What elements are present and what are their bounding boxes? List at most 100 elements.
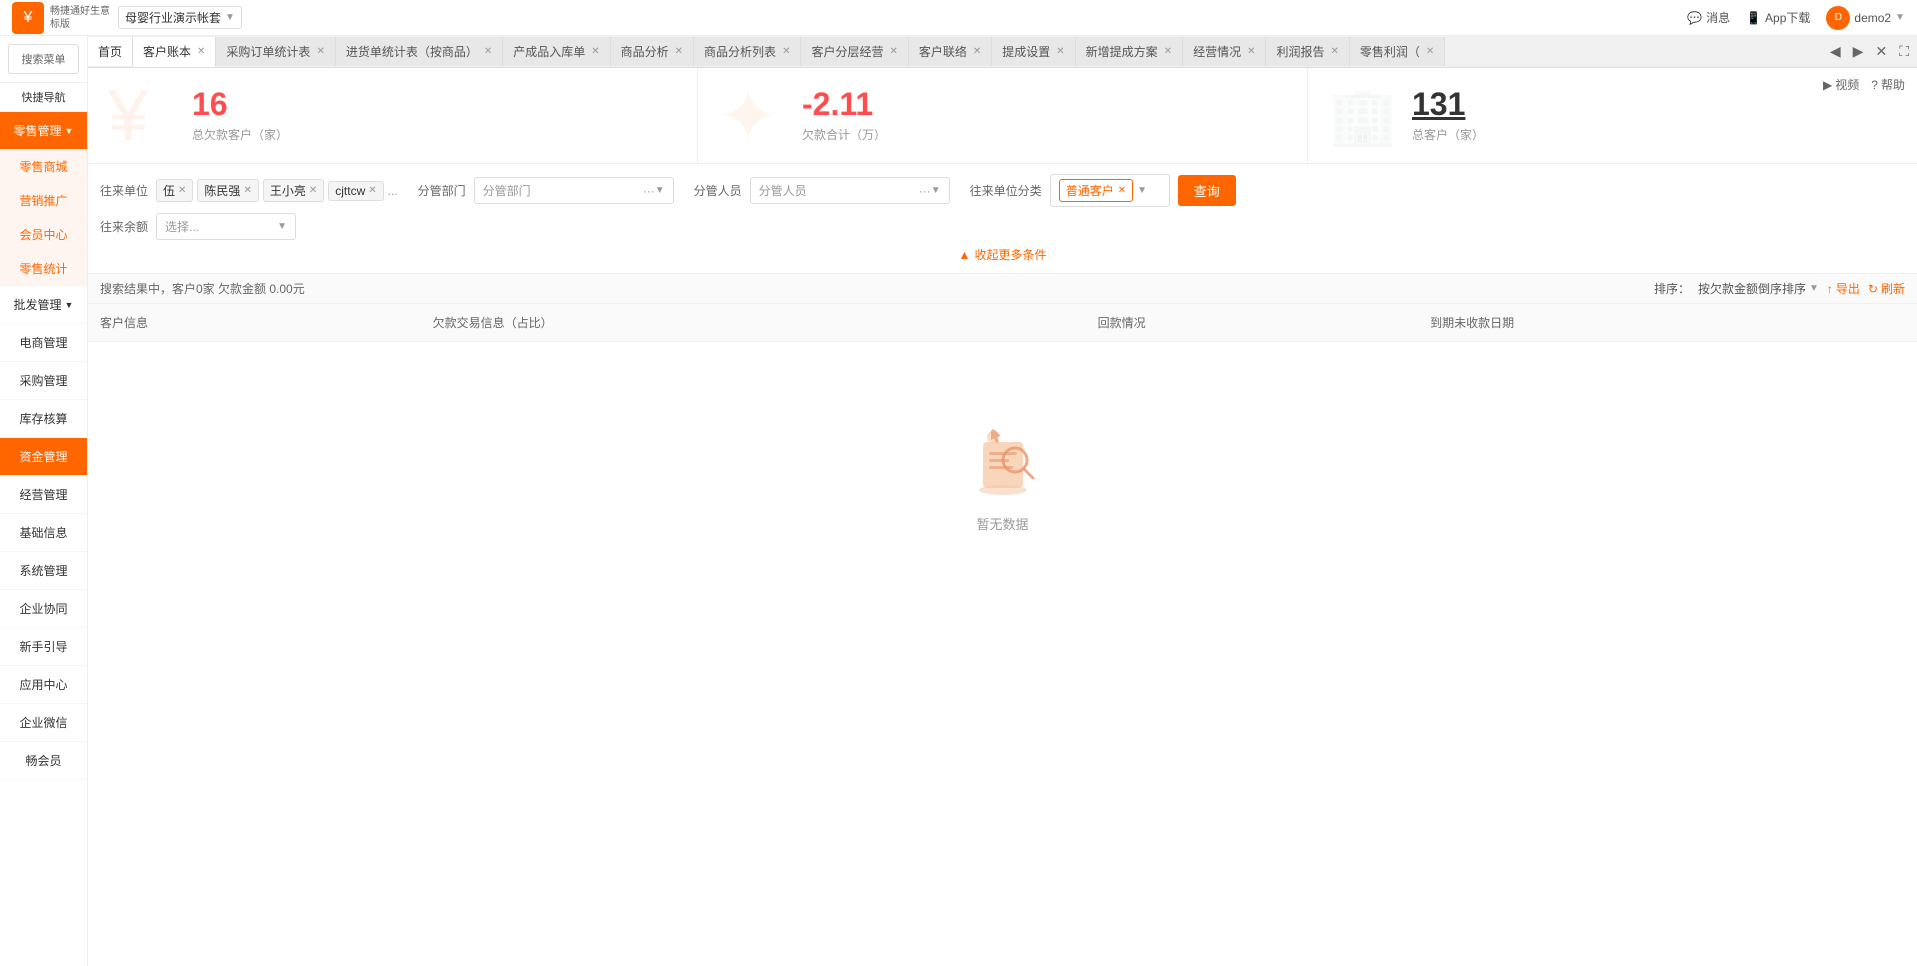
stat-value-2: -2.11 (802, 88, 886, 120)
avatar: D (1826, 6, 1850, 30)
tab-commission[interactable]: 提成设置 ✕ (992, 37, 1075, 66)
tab-commission-label: 提成设置 (1002, 43, 1050, 60)
tab-next-button[interactable]: ▶ (1849, 41, 1868, 62)
more-tags-button[interactable]: ... (388, 184, 398, 198)
tag-wu-close[interactable]: ✕ (178, 185, 186, 196)
category-filter: 往来单位分类 普通客户 ✕ ▼ (970, 174, 1170, 207)
logo-text: 畅捷通好生意 标版 (50, 5, 110, 31)
tab-customer-account-close[interactable]: ✕ (197, 46, 205, 57)
category-selected-tag: 普通客户 ✕ (1059, 179, 1133, 202)
tab-goods-analysis-list-close[interactable]: ✕ (782, 46, 790, 57)
sidebar-item-ecommerce[interactable]: 电商管理 (0, 324, 87, 362)
search-menu-button[interactable]: 搜索菜单 (8, 44, 79, 74)
sidebar-item-inventory[interactable]: 库存核算 (0, 400, 87, 438)
tab-purchase-order[interactable]: 采购订单统计表 ✕ (216, 37, 335, 66)
tab-retail-profit-close[interactable]: ✕ (1426, 46, 1434, 57)
sidebar-item-retail-stats[interactable]: 零售统计 (0, 252, 87, 286)
tab-customer-tier-close[interactable]: ✕ (889, 46, 897, 57)
tag-cj-label: cjttcw (335, 184, 365, 198)
logo-icon: ¥ (12, 2, 44, 34)
sidebar-item-finance[interactable]: 资金管理 (0, 438, 87, 476)
sidebar-item-enterprise[interactable]: 企业协同 (0, 590, 87, 628)
person-select[interactable]: 分管人员 ··· ▼ (750, 177, 950, 204)
sidebar-item-system[interactable]: 系统管理 (0, 552, 87, 590)
person-label: 分管人员 (694, 182, 742, 199)
sidebar-item-wholesale[interactable]: 批发管理 ▼ (0, 286, 87, 324)
user-menu[interactable]: D demo2 ▼ (1826, 6, 1905, 30)
summary-text: 搜索结果中，客户0家 欠款金额 0.00元 (100, 280, 305, 297)
empty-text: 暂无数据 (976, 514, 1028, 533)
tag-wang-close[interactable]: ✕ (309, 185, 317, 196)
message-button[interactable]: 💬 消息 (1687, 9, 1730, 26)
stat-bg-icon-3: 🏢 (1328, 83, 1398, 149)
tab-purchase-order-close[interactable]: ✕ (316, 46, 324, 57)
sort-value: 按欠款金额倒序排序 (1698, 280, 1806, 297)
export-button[interactable]: ↑ 导出 (1827, 280, 1860, 297)
tab-customer-contact-close[interactable]: ✕ (973, 46, 981, 57)
sidebar-item-basic-info[interactable]: 基础信息 (0, 514, 87, 552)
empty-state: 暂无数据 (88, 342, 1917, 613)
sidebar-item-vip[interactable]: 畅会员 (0, 742, 87, 780)
tab-customer-contact[interactable]: 客户联络 ✕ (909, 37, 992, 66)
tab-profit-label: 利润报告 (1276, 43, 1324, 60)
tab-operation[interactable]: 经营情况 ✕ (1183, 37, 1266, 66)
sidebar-item-retail-mgmt[interactable]: 零售管理 ▼ (0, 112, 87, 150)
sidebar-item-operation[interactable]: 经营管理 (0, 476, 87, 514)
tab-operation-close[interactable]: ✕ (1247, 46, 1255, 57)
tab-close-all-button[interactable]: ✕ (1871, 41, 1891, 62)
category-select[interactable]: 普通客户 ✕ ▼ (1050, 174, 1170, 207)
tab-new-commission-label: 新增提成方案 (1086, 43, 1158, 60)
top-bar-right: 💬 消息 📱 App下载 D demo2 ▼ (1687, 6, 1905, 30)
tab-finished-goods-close[interactable]: ✕ (591, 46, 599, 57)
sort-chevron-icon: ▼ (1809, 283, 1819, 294)
tab-purchase-goods[interactable]: 进货单统计表（按商品） ✕ (336, 37, 503, 66)
chevron-up-icon: ▲ (959, 248, 971, 262)
tab-goods-analysis-list[interactable]: 商品分析列表 ✕ (694, 37, 801, 66)
tab-profit-close[interactable]: ✕ (1331, 46, 1339, 57)
sidebar-item-guide[interactable]: 新手引导 (0, 628, 87, 666)
help-link[interactable]: ? 帮助 (1871, 76, 1905, 93)
quick-nav-button[interactable]: 快捷导航 (0, 83, 87, 112)
remainder-placeholder: 选择... (165, 218, 277, 235)
app-download-button[interactable]: 📱 App下载 (1746, 9, 1810, 26)
video-label: 视频 (1835, 76, 1859, 93)
sort-select[interactable]: 按欠款金额倒序排序 ▼ (1698, 280, 1819, 297)
video-link[interactable]: ▶ 视频 (1823, 76, 1859, 93)
sidebar-item-member[interactable]: 会员中心 (0, 218, 87, 252)
tab-customer-tier[interactable]: 客户分层经营 ✕ (801, 37, 908, 66)
tab-finished-goods[interactable]: 产成品入库单 ✕ (503, 37, 610, 66)
tag-chen-close[interactable]: ✕ (243, 185, 251, 196)
tab-commission-close[interactable]: ✕ (1056, 46, 1064, 57)
tab-goods-analysis[interactable]: 商品分析 ✕ (611, 37, 694, 66)
tag-cj-close[interactable]: ✕ (368, 185, 376, 196)
tab-purchase-goods-close[interactable]: ✕ (484, 46, 492, 57)
tab-customer-tier-label: 客户分层经营 (811, 43, 883, 60)
demo-select[interactable]: 母婴行业演示帐套 ▼ (118, 6, 242, 29)
dept-select[interactable]: 分管部门 ··· ▼ (474, 177, 674, 204)
sidebar-item-retail-mall[interactable]: 零售商城 (0, 150, 87, 184)
tab-home[interactable]: 首页 (88, 37, 133, 66)
sidebar-item-wechat[interactable]: 企业微信 (0, 704, 87, 742)
dept-label: 分管部门 (418, 182, 466, 199)
category-tag-close[interactable]: ✕ (1118, 185, 1126, 196)
remainder-select[interactable]: 选择... ▼ (156, 213, 296, 240)
user-chevron-icon: ▼ (1895, 12, 1905, 23)
tab-fullscreen-button[interactable]: ⛶ (1895, 41, 1913, 62)
tab-profit[interactable]: 利润报告 ✕ (1266, 37, 1349, 66)
sidebar-item-marketing[interactable]: 营销推广 (0, 184, 87, 218)
tab-retail-profit[interactable]: 零售利润（ ✕ (1350, 37, 1445, 66)
sort-label: 排序： (1654, 280, 1690, 297)
sidebar-item-purchase[interactable]: 采购管理 (0, 362, 87, 400)
query-button[interactable]: 查询 (1178, 175, 1236, 206)
refresh-button[interactable]: ↻ 刷新 (1868, 280, 1905, 297)
tab-new-commission[interactable]: 新增提成方案 ✕ (1076, 37, 1183, 66)
tab-goods-analysis-close[interactable]: ✕ (675, 46, 683, 57)
chevron-down-icon: ▼ (225, 12, 235, 23)
category-label: 往来单位分类 (970, 182, 1042, 199)
tab-customer-account[interactable]: 客户账本 ✕ (133, 37, 216, 67)
col-debt-info: 欠款交易信息（占比） (421, 304, 1086, 342)
sidebar-item-app-center[interactable]: 应用中心 (0, 666, 87, 704)
collapse-button[interactable]: ▲ 收起更多条件 (100, 246, 1905, 263)
tab-prev-button[interactable]: ◀ (1826, 41, 1845, 62)
tab-new-commission-close[interactable]: ✕ (1164, 46, 1172, 57)
